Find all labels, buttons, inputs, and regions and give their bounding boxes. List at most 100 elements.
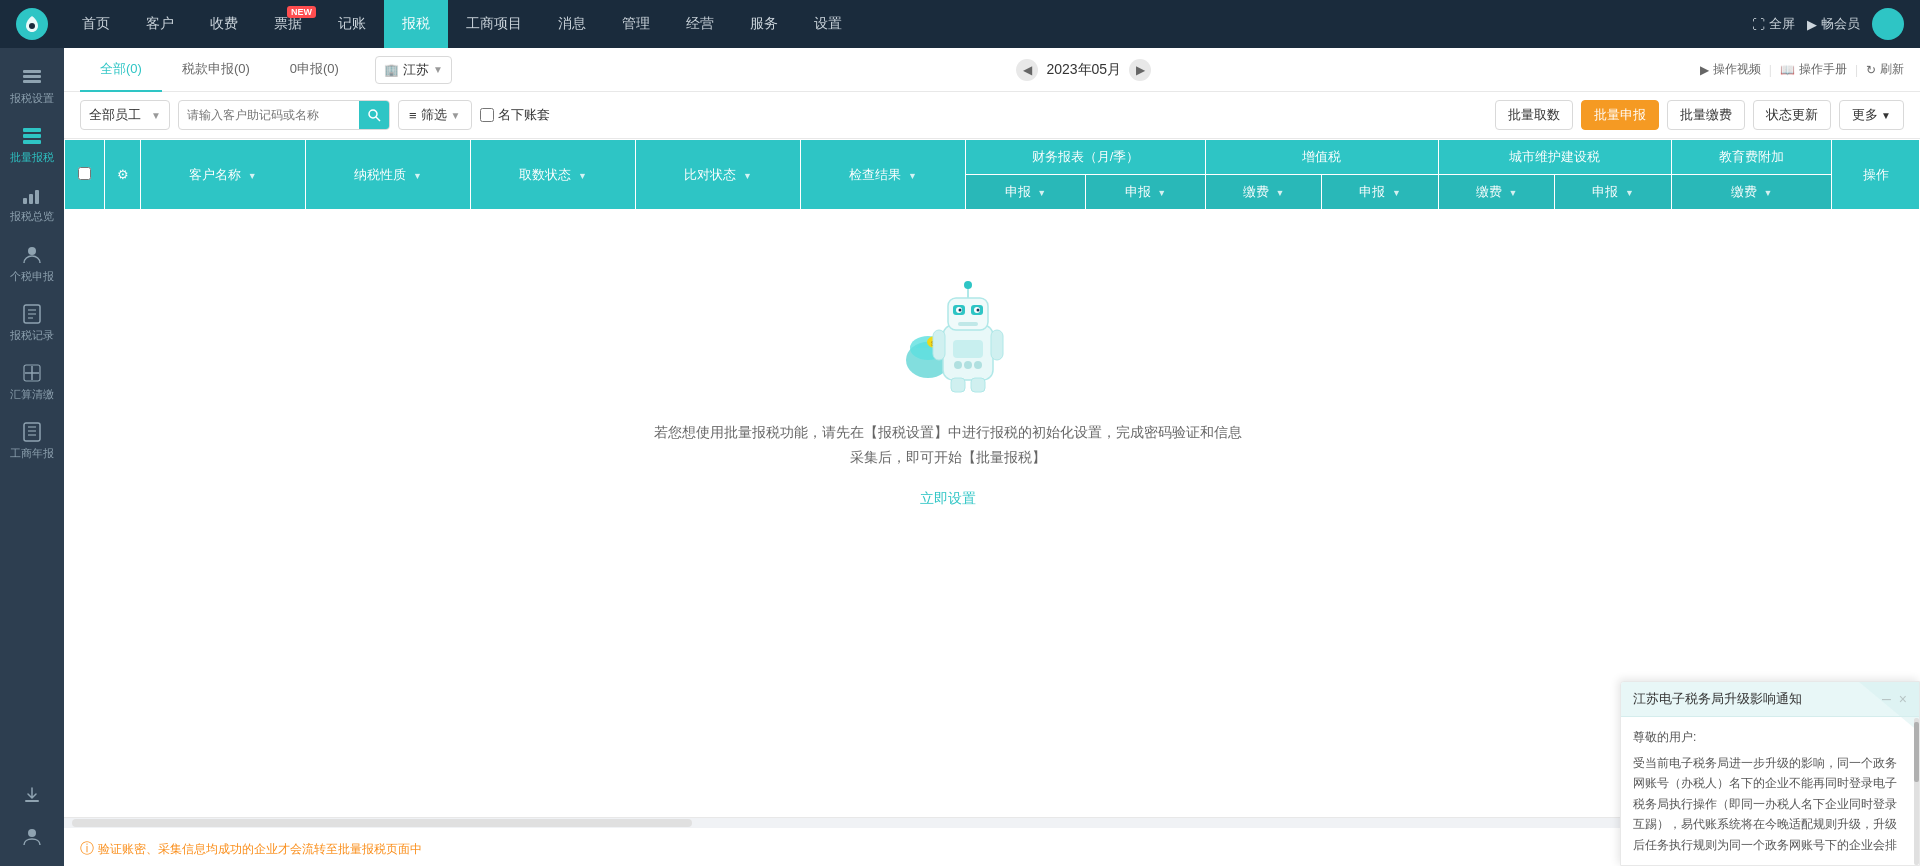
notification-title: 江苏电子税务局升级影响通知 xyxy=(1633,690,1802,708)
notification-minimize-icon[interactable]: – xyxy=(1882,691,1891,707)
nav-customer[interactable]: 客户 xyxy=(128,0,192,48)
sidebar-item-tax-summary[interactable]: 报税总览 xyxy=(0,174,64,233)
sidebar-item-personal-tax[interactable]: 个税申报 xyxy=(0,234,64,293)
refresh-button[interactable]: ↻ 刷新 xyxy=(1866,61,1904,78)
sidebar-label-tax-summary: 报税总览 xyxy=(10,210,54,223)
filter-button[interactable]: ≡ 筛选 ▼ xyxy=(398,100,472,130)
name-account-label: 名下账套 xyxy=(498,106,550,124)
province-selector[interactable]: 🏢 江苏 ▼ xyxy=(375,56,452,84)
sidebar-download[interactable] xyxy=(0,774,64,816)
operation-manual-button[interactable]: 📖 操作手册 xyxy=(1780,61,1847,78)
reconcile-icon xyxy=(21,362,43,384)
tax-summary-icon xyxy=(21,184,43,206)
vip-button[interactable]: ▶ 畅会员 xyxy=(1807,15,1860,33)
svg-rect-39 xyxy=(933,330,945,360)
tab-all[interactable]: 全部(0) xyxy=(80,48,162,92)
nav-manage[interactable]: 管理 xyxy=(604,0,668,48)
city-pay-sort: ▼ xyxy=(1509,188,1518,198)
th-customer-name: 客户名称 ▼ xyxy=(141,140,306,210)
sidebar-label-reconcile: 汇算清缴 xyxy=(10,388,54,401)
sidebar-label-tax-record: 报税记录 xyxy=(10,329,54,342)
nav-tax[interactable]: 报税 xyxy=(384,0,448,48)
manual-icon: 📖 xyxy=(1780,63,1795,77)
user-avatar[interactable] xyxy=(1872,8,1904,40)
top-nav-right: ⛶ 全屏 ▶ 畅会员 xyxy=(1752,8,1920,40)
nav-message[interactable]: 消息 xyxy=(540,0,604,48)
select-all-checkbox[interactable] xyxy=(78,167,91,180)
download-icon xyxy=(21,784,43,806)
vip-icon: ▶ xyxy=(1807,17,1817,32)
tab-zero-declaration[interactable]: 0申报(0) xyxy=(270,48,359,92)
nav-service[interactable]: 服务 xyxy=(732,0,796,48)
employee-selector[interactable]: 全部员工 ▼ xyxy=(80,100,170,130)
sidebar-item-annual-report[interactable]: 工商年报 xyxy=(0,411,64,470)
nav-home[interactable]: 首页 xyxy=(64,0,128,48)
more-icon: ▼ xyxy=(1881,110,1891,121)
svg-rect-8 xyxy=(29,194,33,204)
nav-accounting[interactable]: 记账 xyxy=(320,0,384,48)
sidebar-item-reconcile[interactable]: 汇算清缴 xyxy=(0,352,64,411)
app-logo[interactable] xyxy=(16,8,48,40)
tab-actions: ▶ 操作视频 | 📖 操作手册 | ↻ 刷新 xyxy=(1700,61,1904,78)
nav-business[interactable]: 工商项目 xyxy=(448,0,540,48)
th-city-construction-tax: 城市维护建设税 xyxy=(1438,140,1671,175)
name-account-checkbox[interactable]: 名下账套 xyxy=(480,106,550,124)
name-account-checkbox-input[interactable] xyxy=(480,108,494,122)
th-check-result: 检查结果 ▼ xyxy=(801,140,966,210)
bulk-declare-button[interactable]: 批量申报 xyxy=(1581,100,1659,130)
sidebar-item-tax-record[interactable]: 报税记录 xyxy=(0,293,64,352)
nav-settings[interactable]: 设置 xyxy=(796,0,860,48)
sidebar-user[interactable] xyxy=(0,816,64,858)
tax-record-icon xyxy=(21,303,43,325)
empty-message: 若您想使用批量报税功能，请先在【报税设置】中进行报税的初始化设置，完成密码验证和… xyxy=(648,420,1248,470)
prev-month-button[interactable]: ◀ xyxy=(1016,59,1038,81)
bulk-pay-button[interactable]: 批量缴费 xyxy=(1667,100,1745,130)
employee-selector-label: 全部员工 xyxy=(89,106,141,124)
fullscreen-button[interactable]: ⛶ 全屏 xyxy=(1752,15,1795,33)
svg-rect-7 xyxy=(23,198,27,204)
sidebar-item-tax-settings[interactable]: 报税设置 xyxy=(0,56,64,115)
data-table: ⚙ 客户名称 ▼ 纳税性质 ▼ 取数状态 ▼ xyxy=(64,139,1920,548)
sidebar-item-bulk-tax[interactable]: 批量报税 xyxy=(0,115,64,174)
svg-rect-1 xyxy=(23,70,41,73)
status-update-button[interactable]: 状态更新 xyxy=(1753,100,1831,130)
tab-tax-declaration[interactable]: 税款申报(0) xyxy=(162,48,270,92)
search-input[interactable] xyxy=(179,108,359,122)
svg-rect-5 xyxy=(23,134,41,138)
th-vat-pay: 缴费 ▼ xyxy=(1205,175,1322,210)
horizontal-scrollbar[interactable] xyxy=(72,819,692,827)
svg-point-0 xyxy=(29,23,35,29)
vat-pay-sort: ▼ xyxy=(1275,188,1284,198)
tax-nature-sort-icon: ▼ xyxy=(413,171,422,181)
sidebar-user-icon xyxy=(21,826,43,848)
personal-tax-icon xyxy=(21,244,43,266)
svg-point-31 xyxy=(964,281,972,289)
svg-point-42 xyxy=(954,361,962,369)
table-header: ⚙ 客户名称 ▼ 纳税性质 ▼ 取数状态 ▼ xyxy=(65,140,1920,210)
column-settings-icon[interactable]: ⚙ xyxy=(117,167,129,182)
tax-settings-icon xyxy=(21,66,43,88)
warning-icon: ⓘ xyxy=(80,840,94,858)
setup-link[interactable]: 立即设置 xyxy=(920,490,976,508)
video-icon: ▶ xyxy=(1700,63,1709,77)
svg-rect-45 xyxy=(951,378,965,392)
nav-invoice[interactable]: 票据 NEW xyxy=(256,0,320,48)
notification-close-button[interactable]: × xyxy=(1899,691,1907,707)
nav-items: 首页 客户 收费 票据 NEW 记账 报税 工商项目 消息 管理 经营 服务 设… xyxy=(64,0,1752,48)
logo-area xyxy=(0,0,64,48)
more-button[interactable]: 更多 ▼ xyxy=(1839,100,1904,130)
table-body: $ xyxy=(65,210,1920,549)
tab-bar: 全部(0) 税款申报(0) 0申报(0) 🏢 江苏 ▼ ◀ 2023年05月 ▶… xyxy=(64,48,1920,92)
next-month-button[interactable]: ▶ xyxy=(1129,59,1151,81)
svg-rect-38 xyxy=(958,322,978,326)
nav-operation[interactable]: 经营 xyxy=(668,0,732,48)
th-vat: 增值税 xyxy=(1205,140,1438,175)
search-button[interactable] xyxy=(359,100,389,130)
customer-name-sort-icon: ▼ xyxy=(248,171,257,181)
operation-video-button[interactable]: ▶ 操作视频 xyxy=(1700,61,1761,78)
bulk-fetch-button[interactable]: 批量取数 xyxy=(1495,100,1573,130)
robot-illustration: $ xyxy=(883,270,1013,400)
sidebar-label-personal-tax: 个税申报 xyxy=(10,270,54,283)
nav-billing[interactable]: 收费 xyxy=(192,0,256,48)
notification-scrollbar-thumb[interactable] xyxy=(1914,722,1919,782)
